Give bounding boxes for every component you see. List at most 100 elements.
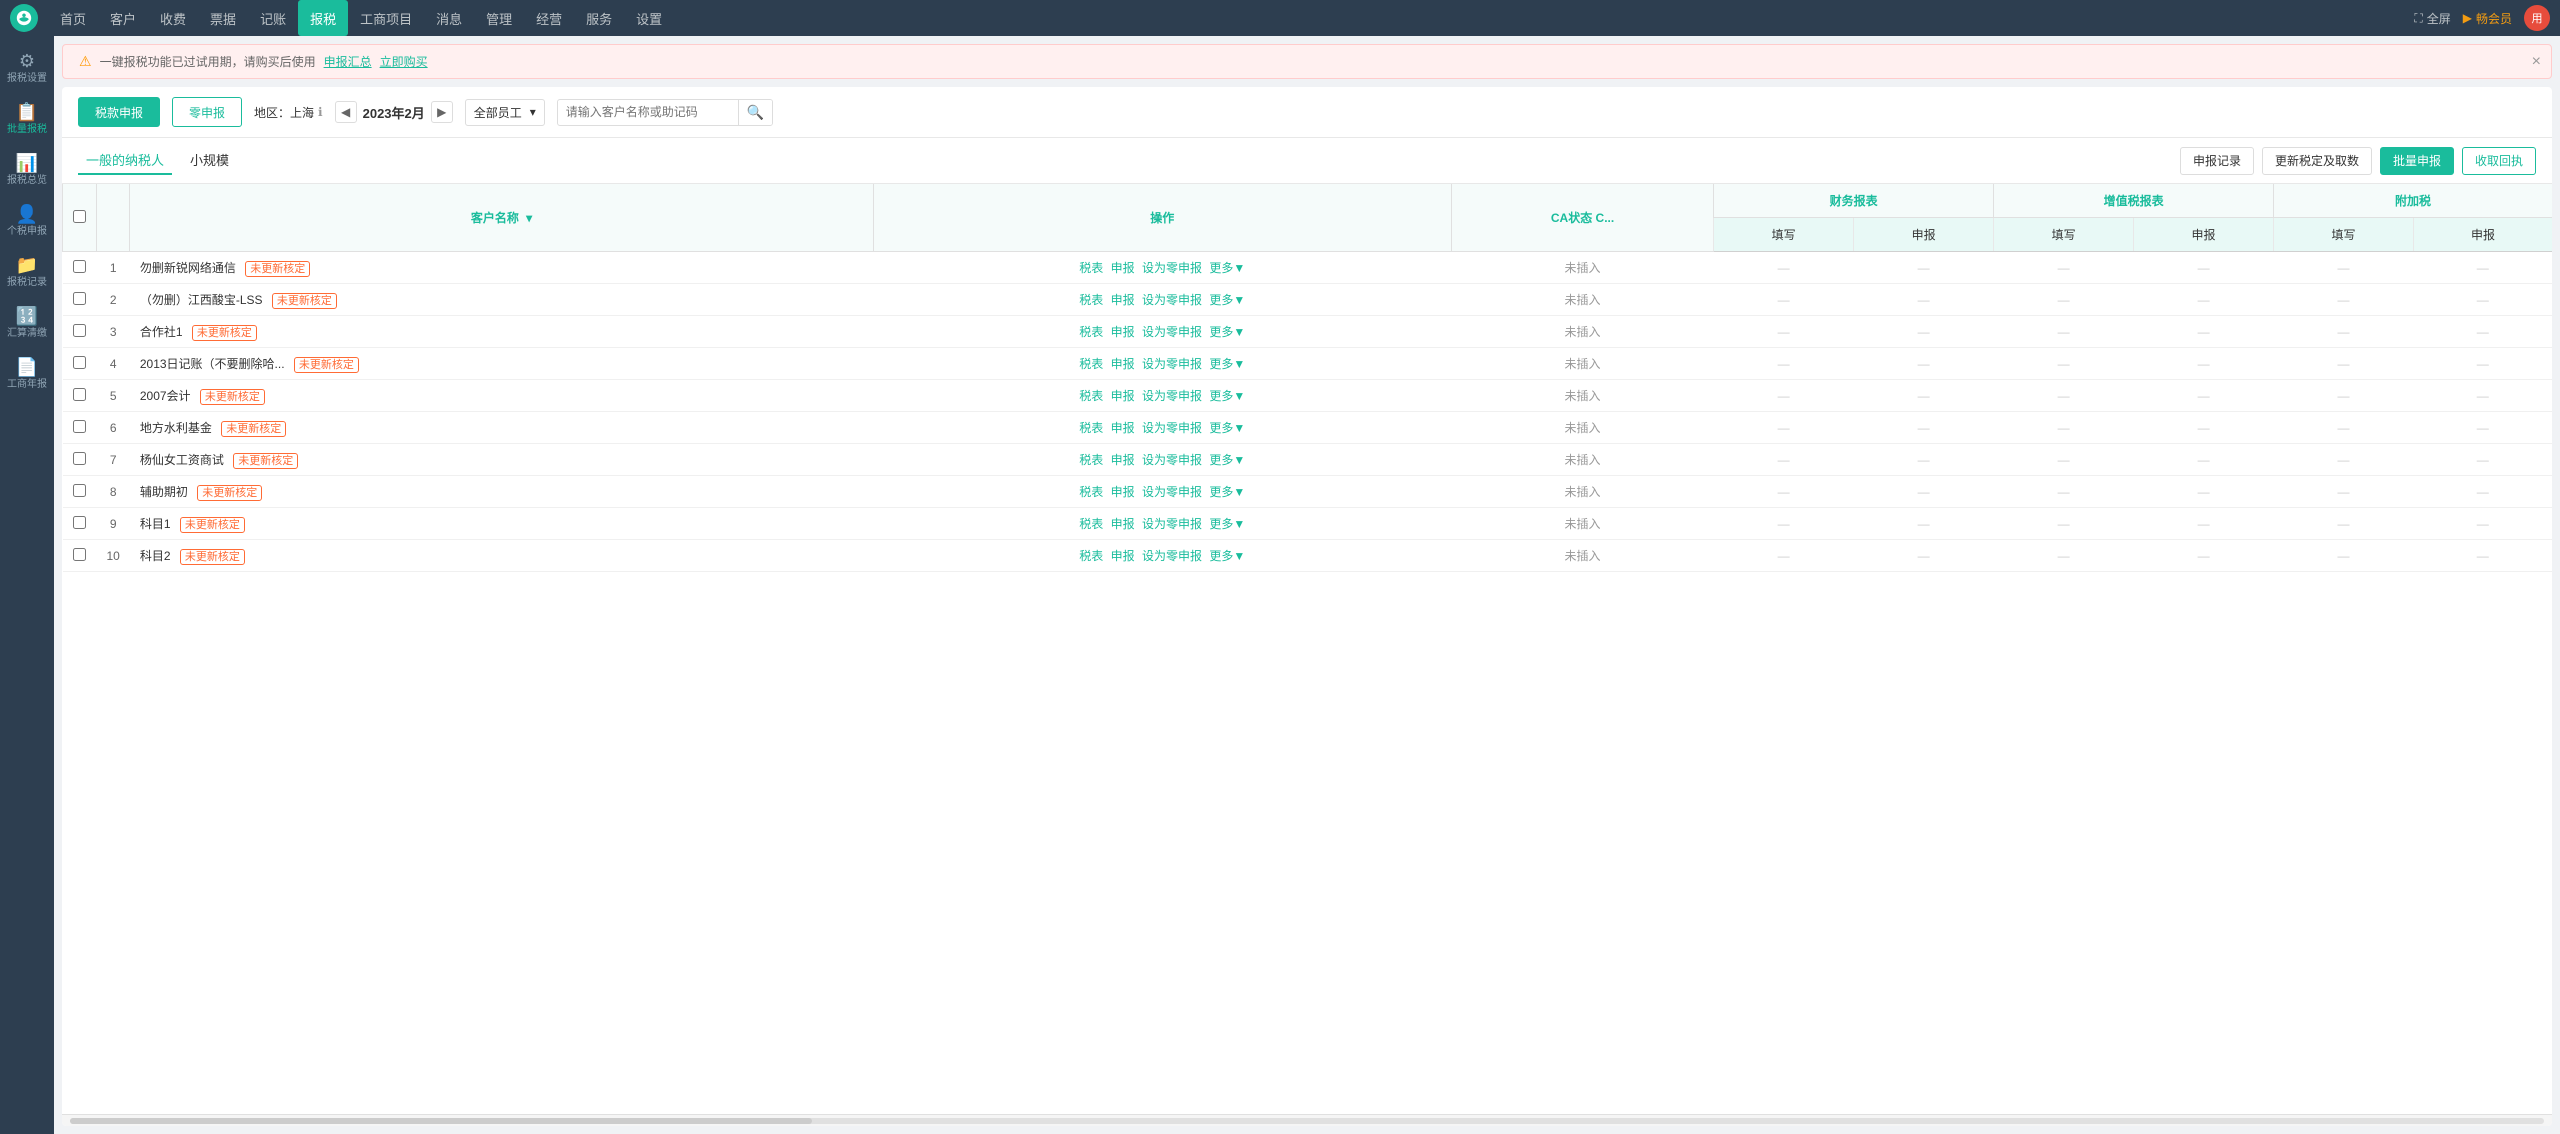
nav-service[interactable]: 服务 xyxy=(574,0,624,36)
banner-link1[interactable]: 申报汇总 xyxy=(324,53,372,70)
sidebar-item-tax-settings[interactable]: ⚙ 报税设置 xyxy=(2,44,52,93)
row-checkbox[interactable] xyxy=(73,420,86,433)
action-more[interactable]: 更多▼ xyxy=(1209,421,1245,435)
action-declare[interactable]: 申报 xyxy=(1111,421,1135,435)
nav-biz[interactable]: 工商项目 xyxy=(348,0,424,36)
row-checkbox[interactable] xyxy=(73,324,86,337)
info-icon[interactable]: ℹ xyxy=(318,105,323,119)
member-button[interactable]: ▶ 畅会员 xyxy=(2463,10,2512,27)
banner-close-button[interactable]: × xyxy=(2532,53,2541,71)
action-zero-declare[interactable]: 设为零申报 xyxy=(1142,421,1202,435)
action-declare[interactable]: 申报 xyxy=(1111,325,1135,339)
sidebar-item-biz-annual[interactable]: 📄 工商年报 xyxy=(2,350,52,399)
action-zero-declare[interactable]: 设为零申报 xyxy=(1142,549,1202,563)
action-more[interactable]: 更多▼ xyxy=(1209,453,1245,467)
action-zero-declare[interactable]: 设为零申报 xyxy=(1142,517,1202,531)
action-tax-table[interactable]: 税表 xyxy=(1079,325,1103,339)
action-declare[interactable]: 申报 xyxy=(1111,389,1135,403)
tab-zero-declare[interactable]: 零申报 xyxy=(172,97,242,127)
action-tax-table[interactable]: 税表 xyxy=(1079,357,1103,371)
tab-tax-declare[interactable]: 税款申报 xyxy=(78,97,160,127)
row-checkbox[interactable] xyxy=(73,356,86,369)
user-avatar[interactable]: 用 xyxy=(2524,5,2550,31)
bottom-scrollbar[interactable] xyxy=(62,1114,2552,1126)
sidebar-item-personal-tax[interactable]: 👤 个税申报 xyxy=(2,197,52,246)
nav-business[interactable]: 经营 xyxy=(524,0,574,36)
action-tax-table[interactable]: 税表 xyxy=(1079,421,1103,435)
sidebar-item-tax-records[interactable]: 📁 报税记录 xyxy=(2,248,52,297)
update-data-button[interactable]: 更新税定及取数 xyxy=(2262,147,2372,175)
sort-icon[interactable]: ▾ xyxy=(526,211,532,225)
collect-receipt-button[interactable]: 收取回执 xyxy=(2462,147,2536,175)
select-all-checkbox[interactable] xyxy=(73,210,86,223)
sidebar-item-calc-clear[interactable]: 🔢 汇算清缴 xyxy=(2,299,52,348)
action-zero-declare[interactable]: 设为零申报 xyxy=(1142,453,1202,467)
action-more[interactable]: 更多▼ xyxy=(1209,517,1245,531)
action-declare[interactable]: 申报 xyxy=(1111,261,1135,275)
action-zero-declare[interactable]: 设为零申报 xyxy=(1142,261,1202,275)
action-tax-table[interactable]: 税表 xyxy=(1079,389,1103,403)
action-more[interactable]: 更多▼ xyxy=(1209,389,1245,403)
search-input[interactable] xyxy=(558,101,738,123)
action-more[interactable]: 更多▼ xyxy=(1209,293,1245,307)
row-client-name: 2013日记账（不要删除哈... 未更新核定 xyxy=(130,348,873,380)
action-tax-table[interactable]: 税表 xyxy=(1079,453,1103,467)
action-declare[interactable]: 申报 xyxy=(1111,357,1135,371)
row-checkbox[interactable] xyxy=(73,452,86,465)
batch-declare-button[interactable]: 批量申报 xyxy=(2380,147,2454,175)
row-checkbox[interactable] xyxy=(73,484,86,497)
action-declare[interactable]: 申报 xyxy=(1111,485,1135,499)
action-tax-table[interactable]: 税表 xyxy=(1079,485,1103,499)
staff-select[interactable]: 全部员工 ▾ xyxy=(465,99,545,126)
nav-client[interactable]: 客户 xyxy=(98,0,148,36)
action-zero-declare[interactable]: 设为零申报 xyxy=(1142,389,1202,403)
nav-settings[interactable]: 设置 xyxy=(624,0,674,36)
sidebar-item-tax-overview[interactable]: 📊 报税总览 xyxy=(2,146,52,195)
prev-month-button[interactable]: ◀ xyxy=(335,101,357,123)
action-more[interactable]: 更多▼ xyxy=(1209,549,1245,563)
action-tax-table[interactable]: 税表 xyxy=(1079,261,1103,275)
sidebar-item-batch-tax[interactable]: 📋 批量报税 xyxy=(2,95,52,144)
row-checkbox[interactable] xyxy=(73,260,86,273)
action-tax-table[interactable]: 税表 xyxy=(1079,549,1103,563)
nav-invoice[interactable]: 票据 xyxy=(198,0,248,36)
banner-link2[interactable]: 立即购买 xyxy=(380,53,428,70)
dash: — xyxy=(1778,389,1790,403)
row-checkbox[interactable] xyxy=(73,548,86,561)
header-vat-declare: 申报 xyxy=(2134,218,2274,252)
nav-ledger[interactable]: 记账 xyxy=(248,0,298,36)
tab-general-taxpayer[interactable]: 一般的纳税人 xyxy=(78,146,172,175)
tab-small-scale[interactable]: 小规模 xyxy=(182,146,237,175)
next-month-button[interactable]: ▶ xyxy=(431,101,453,123)
row-num: 4 xyxy=(97,348,130,380)
nav-fee[interactable]: 收费 xyxy=(148,0,198,36)
ca-status-text: 未插入 xyxy=(1565,517,1601,531)
action-declare[interactable]: 申报 xyxy=(1111,293,1135,307)
search-button[interactable]: 🔍 xyxy=(738,100,772,125)
nav-manage[interactable]: 管理 xyxy=(474,0,524,36)
action-tax-table[interactable]: 税表 xyxy=(1079,517,1103,531)
row-fin-fill: — xyxy=(1714,412,1854,444)
action-more[interactable]: 更多▼ xyxy=(1209,325,1245,339)
fullscreen-button[interactable]: ⛶ 全屏 xyxy=(2414,10,2450,27)
action-declare[interactable]: 申报 xyxy=(1111,517,1135,531)
row-checkbox[interactable] xyxy=(73,516,86,529)
nav-home[interactable]: 首页 xyxy=(48,0,98,36)
action-more[interactable]: 更多▼ xyxy=(1209,485,1245,499)
declare-records-button[interactable]: 申报记录 xyxy=(2180,147,2254,175)
action-zero-declare[interactable]: 设为零申报 xyxy=(1142,485,1202,499)
action-more[interactable]: 更多▼ xyxy=(1209,357,1245,371)
action-declare[interactable]: 申报 xyxy=(1111,453,1135,467)
action-zero-declare[interactable]: 设为零申报 xyxy=(1142,293,1202,307)
row-checkbox[interactable] xyxy=(73,292,86,305)
nav-tax[interactable]: 报税 xyxy=(298,0,348,36)
action-zero-declare[interactable]: 设为零申报 xyxy=(1142,325,1202,339)
row-checkbox[interactable] xyxy=(73,388,86,401)
action-more[interactable]: 更多▼ xyxy=(1209,261,1245,275)
action-zero-declare[interactable]: 设为零申报 xyxy=(1142,357,1202,371)
dash: — xyxy=(1778,517,1790,531)
action-declare[interactable]: 申报 xyxy=(1111,549,1135,563)
dash: — xyxy=(1918,261,1930,275)
nav-message[interactable]: 消息 xyxy=(424,0,474,36)
action-tax-table[interactable]: 税表 xyxy=(1079,293,1103,307)
